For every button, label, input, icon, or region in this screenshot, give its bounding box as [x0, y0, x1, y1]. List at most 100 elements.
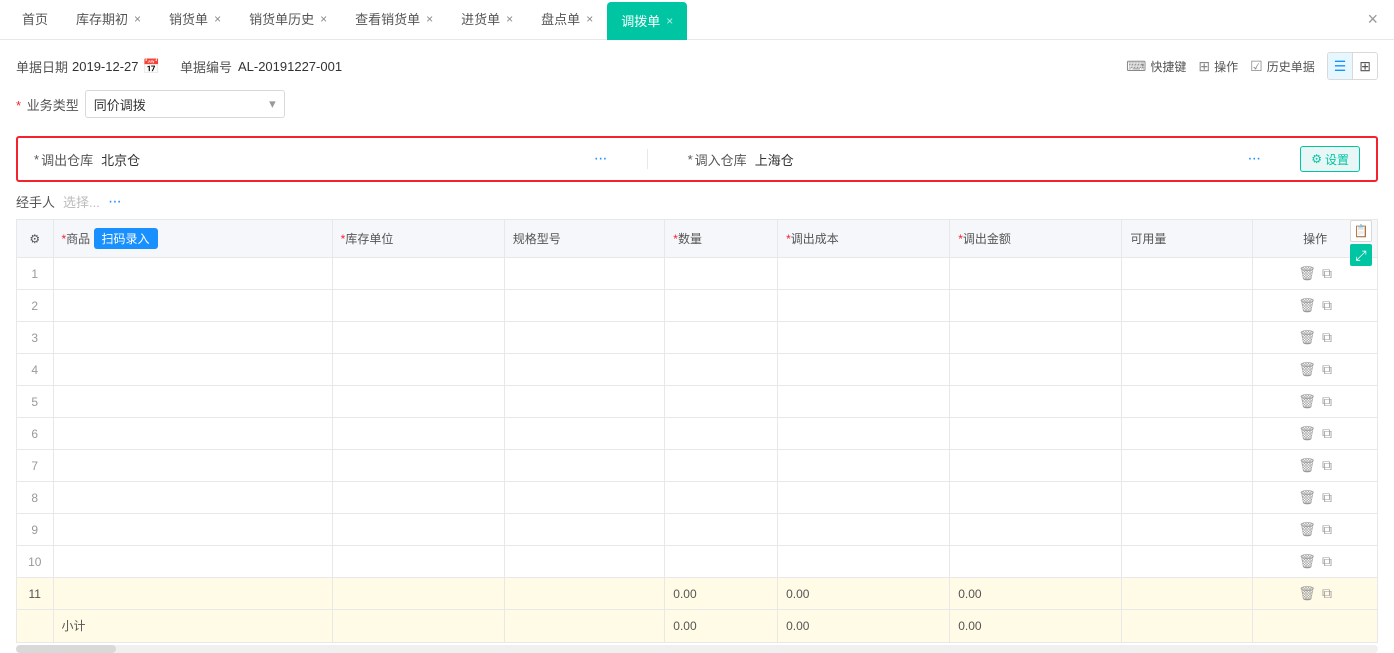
row-spec-4[interactable] [504, 354, 665, 386]
row-spec-1[interactable] [504, 258, 665, 290]
warehouse-out-more-icon[interactable]: ··· [594, 150, 607, 168]
row-quantity-6[interactable] [665, 418, 778, 450]
delete-icon-sub[interactable]: 🗑 [1298, 585, 1316, 602]
row-quantity-5[interactable] [665, 386, 778, 418]
history-btn[interactable]: ☑ 历史单据 [1250, 58, 1315, 75]
row-spec-10[interactable] [504, 546, 665, 578]
tab-purchase-order[interactable]: 进货单 × [447, 0, 527, 40]
copy-icon-3[interactable]: ⧉ [1322, 329, 1332, 346]
tab-transfer-order[interactable]: 调拨单 × [607, 2, 687, 40]
copy-icon-2[interactable]: ⧉ [1322, 297, 1332, 314]
row-amount-6[interactable] [950, 418, 1122, 450]
copy-icon-10[interactable]: ⧉ [1322, 553, 1332, 570]
row-product-4[interactable] [53, 354, 332, 386]
copy-icon-5[interactable]: ⧉ [1322, 393, 1332, 410]
copy-icon-4[interactable]: ⧉ [1322, 361, 1332, 378]
row-cost-9[interactable] [778, 514, 950, 546]
row-product-3[interactable] [53, 322, 332, 354]
warehouse-out-value[interactable]: 北京仓 [101, 150, 140, 169]
row-cost-1[interactable] [778, 258, 950, 290]
row-cost-5[interactable] [778, 386, 950, 418]
tab-view-sales[interactable]: 查看销货单 × [341, 0, 447, 40]
delete-icon-2[interactable]: 🗑 [1298, 297, 1316, 314]
row-amount-1[interactable] [950, 258, 1122, 290]
delete-icon-1[interactable]: 🗑 [1298, 265, 1316, 282]
row-quantity-2[interactable] [665, 290, 778, 322]
row-quantity-3[interactable] [665, 322, 778, 354]
row-product-2[interactable] [53, 290, 332, 322]
delete-icon-5[interactable]: 🗑 [1298, 393, 1316, 410]
warehouse-in-more-icon[interactable]: ··· [1247, 150, 1260, 168]
row-amount-2[interactable] [950, 290, 1122, 322]
tab-home[interactable]: 首页 [8, 0, 62, 40]
row-unit-1[interactable] [332, 258, 504, 290]
copy-icon-sub[interactable]: ⧉ [1322, 585, 1332, 602]
row-unit-10[interactable] [332, 546, 504, 578]
row-product-7[interactable] [53, 450, 332, 482]
row-spec-6[interactable] [504, 418, 665, 450]
copy-icon-9[interactable]: ⧉ [1322, 521, 1332, 538]
delete-icon-8[interactable]: 🗑 [1298, 489, 1316, 506]
tab-close-inventory-init[interactable]: × [134, 12, 141, 26]
manager-select[interactable]: 选择... [63, 192, 100, 211]
manager-more-icon[interactable]: ··· [108, 193, 121, 211]
delete-icon-3[interactable]: 🗑 [1298, 329, 1316, 346]
row-amount-9[interactable] [950, 514, 1122, 546]
row-unit-2[interactable] [332, 290, 504, 322]
tab-sales-history[interactable]: 销货单历史 × [235, 0, 341, 40]
warehouse-in-value[interactable]: 上海仓 [755, 150, 794, 169]
tab-close-transfer-order[interactable]: × [666, 14, 673, 28]
row-quantity-4[interactable] [665, 354, 778, 386]
row-unit-6[interactable] [332, 418, 504, 450]
layout-grid-btn[interactable]: ⊞ [1353, 53, 1377, 79]
row-quantity-10[interactable] [665, 546, 778, 578]
row-spec-3[interactable] [504, 322, 665, 354]
tab-close-inventory-count[interactable]: × [586, 12, 593, 26]
th-gear[interactable]: ⚙ [17, 220, 53, 258]
delete-icon-9[interactable]: 🗑 [1298, 521, 1316, 538]
operation-btn[interactable]: ⊞ 操作 [1198, 58, 1238, 75]
tab-close-sales-history[interactable]: × [320, 12, 327, 26]
row-cost-7[interactable] [778, 450, 950, 482]
row-product-9[interactable] [53, 514, 332, 546]
row-quantity-7[interactable] [665, 450, 778, 482]
delete-icon-7[interactable]: 🗑 [1298, 457, 1316, 474]
row-amount-3[interactable] [950, 322, 1122, 354]
row-product-5[interactable] [53, 386, 332, 418]
shortcut-key-btn[interactable]: ⌨ 快捷键 [1126, 58, 1186, 75]
scan-button[interactable]: 扫码录入 [94, 228, 158, 249]
copy-icon-7[interactable]: ⧉ [1322, 457, 1332, 474]
row-quantity-9[interactable] [665, 514, 778, 546]
row-spec-8[interactable] [504, 482, 665, 514]
row-amount-10[interactable] [950, 546, 1122, 578]
delete-icon-4[interactable]: 🗑 [1298, 361, 1316, 378]
row-cost-4[interactable] [778, 354, 950, 386]
expand-float-btn[interactable]: ⤢ [1350, 244, 1372, 266]
delete-icon-6[interactable]: 🗑 [1298, 425, 1316, 442]
tab-inventory-init[interactable]: 库存期初 × [62, 0, 155, 40]
copy-icon-1[interactable]: ⧉ [1322, 265, 1332, 282]
date-value[interactable]: 2019-12-27 [72, 59, 139, 74]
row-cost-3[interactable] [778, 322, 950, 354]
row-spec-7[interactable] [504, 450, 665, 482]
row-product-8[interactable] [53, 482, 332, 514]
row-spec-2[interactable] [504, 290, 665, 322]
tab-sales-order[interactable]: 销货单 × [155, 0, 235, 40]
row-quantity-1[interactable] [665, 258, 778, 290]
calendar-icon[interactable]: 📅 [143, 58, 160, 75]
horizontal-scrollbar[interactable] [16, 645, 1378, 653]
row-product-6[interactable] [53, 418, 332, 450]
row-amount-8[interactable] [950, 482, 1122, 514]
tab-close-view-sales[interactable]: × [426, 12, 433, 26]
settings-button[interactable]: ⚙ 设置 [1300, 146, 1360, 172]
row-spec-9[interactable] [504, 514, 665, 546]
row-product-10[interactable] [53, 546, 332, 578]
row-unit-8[interactable] [332, 482, 504, 514]
row-unit-9[interactable] [332, 514, 504, 546]
row-unit-7[interactable] [332, 450, 504, 482]
row-spec-5[interactable] [504, 386, 665, 418]
row-amount-4[interactable] [950, 354, 1122, 386]
tab-close-purchase-order[interactable]: × [506, 12, 513, 26]
row-cost-2[interactable] [778, 290, 950, 322]
copy-icon-8[interactable]: ⧉ [1322, 489, 1332, 506]
